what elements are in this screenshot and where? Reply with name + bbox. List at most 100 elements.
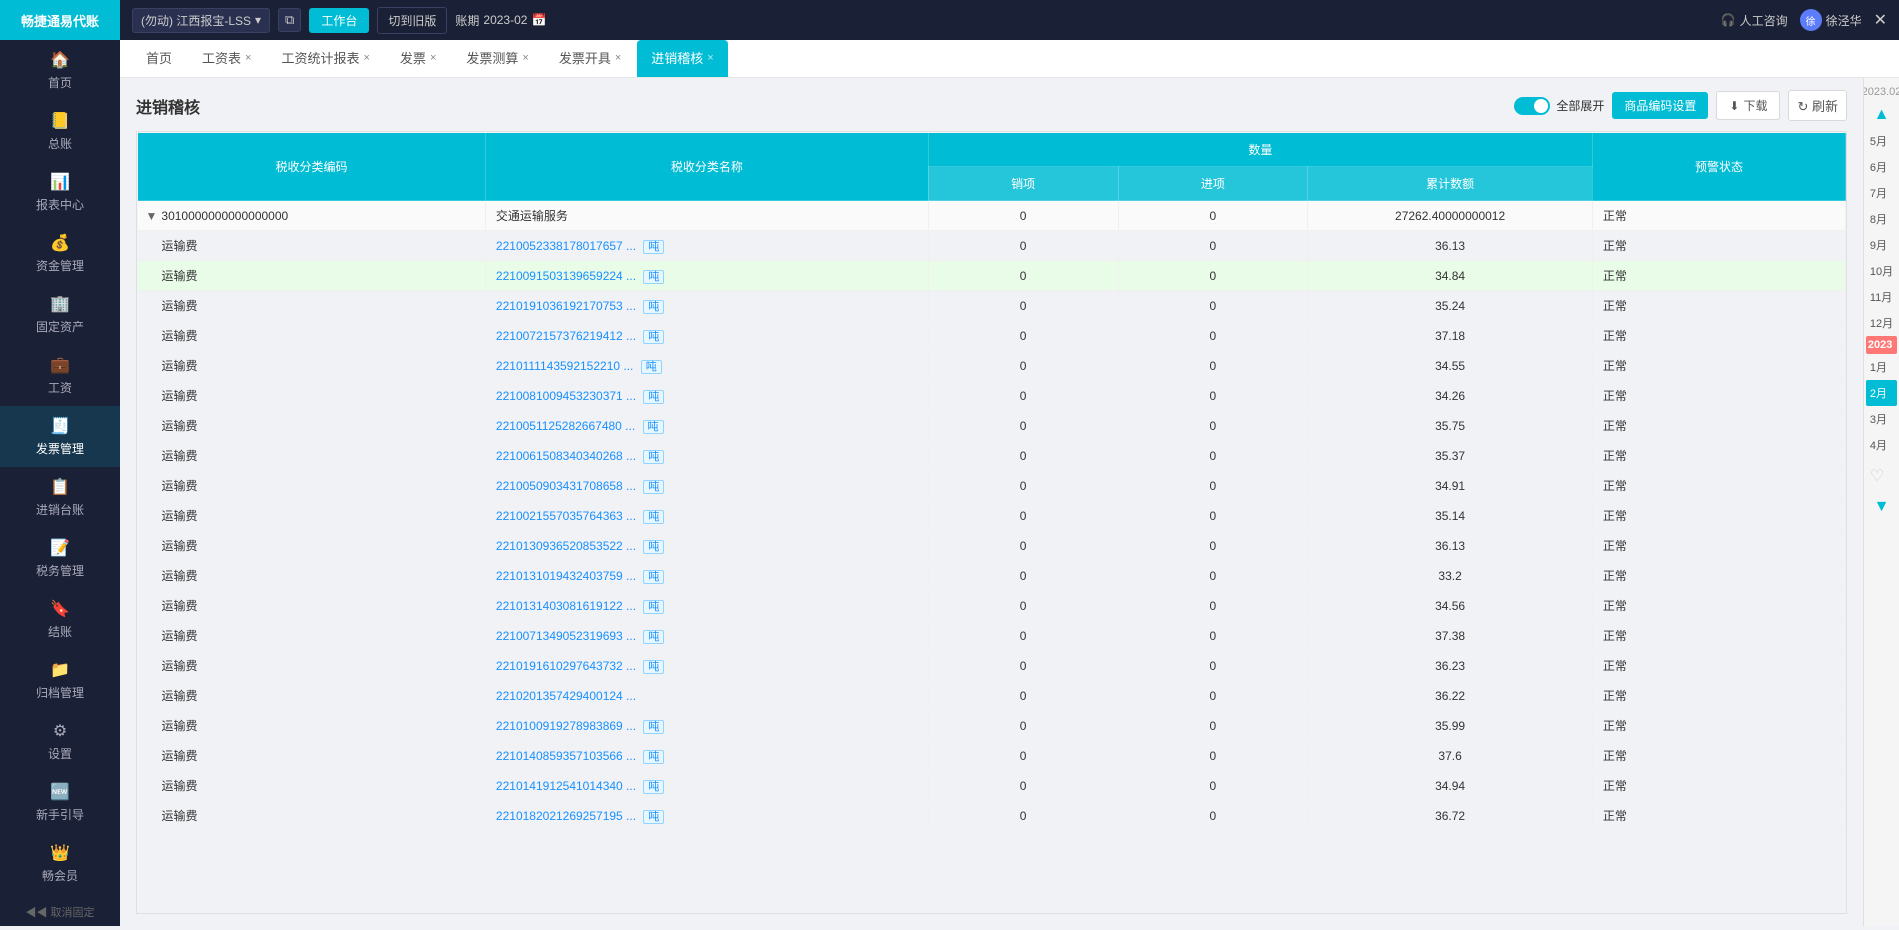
invoice-link[interactable]: 2210091503139659224 ... — [496, 269, 636, 283]
cell-name-invoice: 2210051125282667480 ... 吨 — [485, 411, 928, 441]
sidebar-item-archive[interactable]: 📁 归档管理 — [0, 650, 120, 711]
user-menu[interactable]: 徐 徐泾华 — [1800, 9, 1862, 31]
invoice-link[interactable]: 2210141912541014340 ... — [496, 779, 636, 793]
cell-name-invoice: 2210061508340340268 ... 吨 — [485, 441, 928, 471]
close-icon[interactable]: ✕ — [1874, 10, 1887, 30]
sidebar-item-funds[interactable]: 💰 资金管理 — [0, 223, 120, 284]
invoice-link[interactable]: 2210111143592152210 ... — [496, 359, 633, 373]
table-row: 运输费 2210100919278983869 ... 吨 0 0 35.99 … — [138, 711, 1846, 741]
right-panel-month-7月[interactable]: 7月 — [1866, 180, 1897, 206]
invoice-link[interactable]: 2210131403081619122 ... — [496, 599, 636, 613]
invoice-link[interactable]: 2210050903431708658 ... — [496, 479, 636, 493]
sidebar-item-salary[interactable]: 💼 工资 — [0, 345, 120, 406]
cell-cumulative: 35.24 — [1308, 291, 1593, 321]
tab-close-jxsn[interactable]: × — [707, 52, 713, 64]
table-row: 运输费 2210071349052319693 ... 吨 0 0 37.38 … — [138, 621, 1846, 651]
sidebar-item-tax-mgmt[interactable]: 📝 税务管理 — [0, 528, 120, 589]
cell-purchase: 0 — [1118, 621, 1308, 651]
invoice-link[interactable]: 2210021557035764363 ... — [496, 509, 636, 523]
invoice-link[interactable]: 2210131019432403759 ... — [496, 569, 636, 583]
tab-home[interactable]: 首页 — [132, 40, 186, 77]
sidebar-item-ledger[interactable]: 📒 总账 — [0, 101, 120, 162]
unpin-button[interactable]: ◀◀ 取消固定 — [0, 894, 120, 930]
cell-code: 运输费 — [138, 771, 486, 801]
tab-invoice-open[interactable]: 发票开具× — [545, 40, 635, 77]
support-button[interactable]: 🎧 人工咨询 — [1721, 12, 1788, 29]
invoice-link[interactable]: 2210081009453230371 ... — [496, 389, 636, 403]
tab-jxsn[interactable]: 进销稽核× — [637, 40, 727, 77]
invoice-link[interactable]: 2210182021269257195 ... — [496, 809, 636, 823]
headset-icon: 🎧 — [1721, 13, 1736, 27]
right-panel-month-6月[interactable]: 6月 — [1866, 154, 1897, 180]
sidebar-item-reports[interactable]: 📊 报表中心 — [0, 162, 120, 223]
right-panel-month-9月[interactable]: 9月 — [1866, 232, 1897, 258]
switch-old-button[interactable]: 切到旧版 — [377, 7, 447, 34]
tab-label-salary: 工资表 — [202, 48, 241, 67]
tag-badge: 吨 — [643, 450, 664, 464]
right-panel-month-5月[interactable]: 5月 — [1866, 128, 1897, 154]
right-panel-month-10月[interactable]: 10月 — [1866, 258, 1897, 284]
sidebar-item-home[interactable]: 🏠 首页 — [0, 40, 120, 101]
invoice-link[interactable]: 2210052338178017657 ... — [496, 239, 636, 253]
page-main: 进销稽核 全部展开 商品编码设置 ⬇ 下载 ↻ 刷新 — [120, 78, 1863, 926]
chevron-down-icon: ▾ — [255, 13, 261, 27]
sidebar-item-guide[interactable]: 🆕 新手引导 — [0, 772, 120, 833]
scroll-up-arrow[interactable]: ▲ — [1874, 106, 1890, 124]
scroll-down-arrow[interactable]: ▼ — [1874, 498, 1890, 516]
tab-invoice[interactable]: 发票× — [386, 40, 450, 77]
tab-close-salary-report[interactable]: × — [363, 52, 369, 64]
invoice-link[interactable]: 2210072157376219412 ... — [496, 329, 636, 343]
goods-code-button[interactable]: 商品编码设置 — [1612, 92, 1708, 119]
invoice-link[interactable]: 2210051125282667480 ... — [496, 419, 635, 433]
invoice-link[interactable]: 2210191610297643732 ... — [496, 659, 636, 673]
toggle-switch[interactable] — [1514, 97, 1550, 115]
expand-toggle[interactable]: 全部展开 — [1514, 97, 1604, 115]
invoice-link[interactable]: 2210140859357103566 ... — [496, 749, 636, 763]
table-row: 运输费 2210131403081619122 ... 吨 0 0 34.56 … — [138, 591, 1846, 621]
cell-purchase: 0 — [1118, 231, 1308, 261]
tab-invoice-calc[interactable]: 发票测算× — [452, 40, 542, 77]
right-panel-month-cur-4月[interactable]: 4月 — [1866, 432, 1897, 458]
sidebar-item-assets[interactable]: 🏢 固定资产 — [0, 284, 120, 345]
tab-salary-report[interactable]: 工资统计报表× — [267, 40, 383, 77]
right-panel-month-cur-1月[interactable]: 1月 — [1866, 354, 1897, 380]
cell-status: 正常 — [1592, 651, 1845, 681]
invoice-link[interactable]: 2210100919278983869 ... — [496, 719, 636, 733]
cell-code: ▼3010000000000000000 — [138, 201, 486, 231]
sidebar-item-member[interactable]: 👑 畅会员 — [0, 833, 120, 894]
table-row: 运输费 2210131019432403759 ... 吨 0 0 33.2 正… — [138, 561, 1846, 591]
sidebar-item-label: 税务管理 — [36, 562, 84, 579]
cell-cumulative: 34.55 — [1308, 351, 1593, 381]
workstation-button[interactable]: 工作台 — [309, 8, 369, 33]
tab-close-invoice[interactable]: × — [430, 52, 436, 64]
tab-close-invoice-calc[interactable]: × — [522, 52, 528, 64]
tab-close-salary[interactable]: × — [245, 52, 251, 64]
sidebar-item-settlement[interactable]: 🔖 结账 — [0, 589, 120, 650]
company-selector[interactable]: (勿动) 江西报宝-LSS ▾ — [132, 8, 270, 33]
tab-salary[interactable]: 工资表 × — [188, 40, 265, 77]
calendar-icon[interactable]: 📅 — [531, 13, 546, 27]
right-panel-month-8月[interactable]: 8月 — [1866, 206, 1897, 232]
copy-icon[interactable]: ⧉ — [278, 8, 301, 32]
cell-purchase: 0 — [1118, 771, 1308, 801]
right-panel-month-cur-2月[interactable]: 2月 — [1866, 380, 1897, 406]
invoice-link[interactable]: 2210201357429400124 ... — [496, 689, 636, 703]
invoice-link[interactable]: 2210191036192170753 ... — [496, 299, 636, 313]
cell-name-invoice: 2210201357429400124 ... — [485, 681, 928, 711]
right-panel-month-cur-3月[interactable]: 3月 — [1866, 406, 1897, 432]
right-panel-month-11月[interactable]: 11月 — [1866, 284, 1897, 310]
tab-close-invoice-open[interactable]: × — [615, 52, 621, 64]
sidebar-item-sales-ledger[interactable]: 📋 进销台账 — [0, 467, 120, 528]
cell-sales: 0 — [928, 501, 1118, 531]
cell-purchase: 0 — [1118, 561, 1308, 591]
cell-sales: 0 — [928, 741, 1118, 771]
cell-purchase: 0 — [1118, 351, 1308, 381]
sidebar-item-invoice-mgmt[interactable]: 🧾 发票管理 — [0, 406, 120, 467]
right-panel-month-12月[interactable]: 12月 — [1866, 310, 1897, 336]
sidebar-item-settings[interactable]: ⚙ 设置 — [0, 711, 120, 772]
invoice-link[interactable]: 2210130936520853522 ... — [496, 539, 636, 553]
invoice-link[interactable]: 2210061508340340268 ... — [496, 449, 636, 463]
refresh-button[interactable]: ↻ 刷新 — [1788, 90, 1847, 121]
download-button[interactable]: ⬇ 下载 — [1716, 91, 1780, 120]
invoice-link[interactable]: 2210071349052319693 ... — [496, 629, 636, 643]
